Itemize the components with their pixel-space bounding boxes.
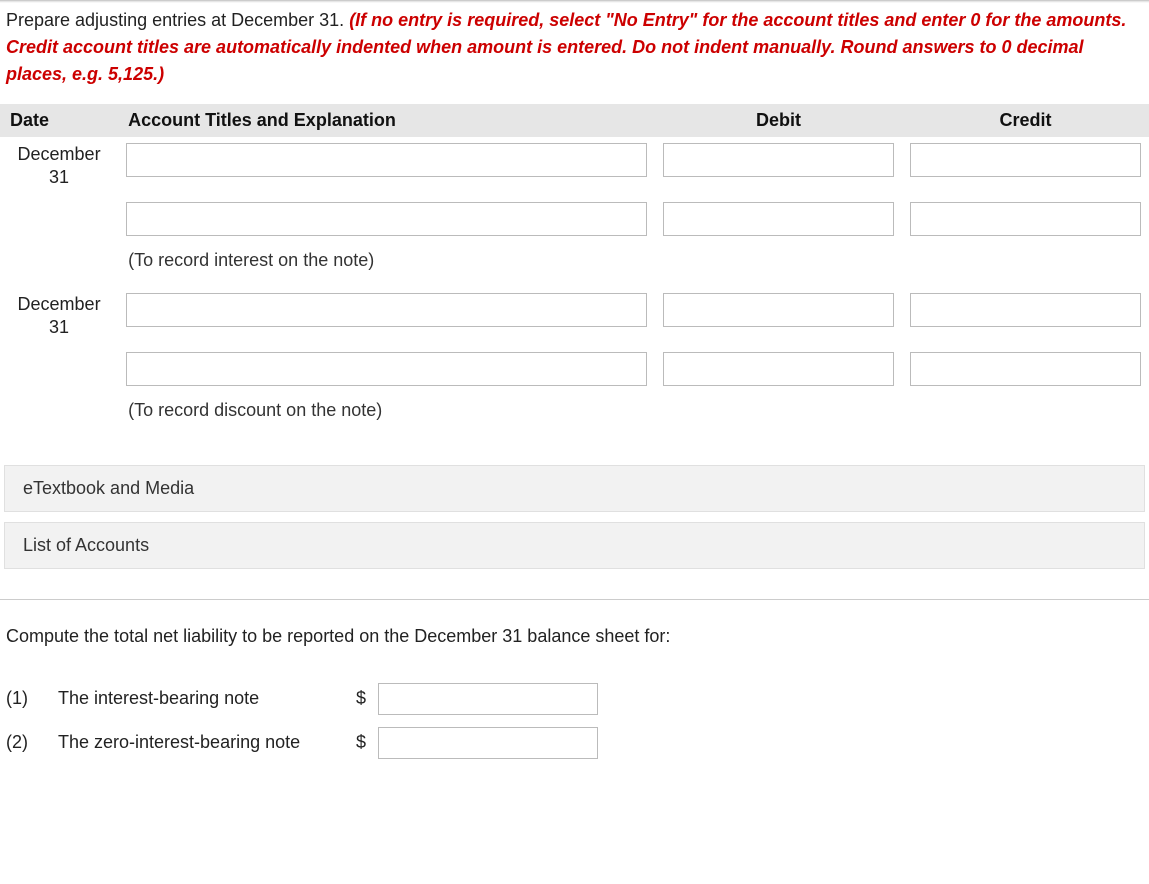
currency-symbol: $	[350, 732, 366, 753]
instructions-lead: Prepare adjusting entries at December 31…	[6, 10, 349, 30]
item-number: (2)	[6, 732, 46, 753]
item-number: (1)	[6, 688, 46, 709]
header-account: Account Titles and Explanation	[118, 104, 655, 137]
entry-row	[0, 346, 1149, 392]
explanation-row: (To record discount on the note)	[0, 392, 1149, 437]
etextbook-media-bar[interactable]: eTextbook and Media	[4, 465, 1145, 512]
entry-row	[0, 196, 1149, 242]
etextbook-media-label: eTextbook and Media	[23, 478, 194, 498]
compute-prompt: Compute the total net liability to be re…	[0, 620, 1149, 653]
date-cell: December 31	[0, 137, 118, 196]
explanation-row: (To record interest on the note)	[0, 242, 1149, 287]
header-credit: Credit	[902, 104, 1149, 137]
account-input[interactable]	[126, 143, 647, 177]
instructions-block: Prepare adjusting entries at December 31…	[0, 3, 1149, 98]
liability-amount-input[interactable]	[378, 727, 598, 759]
item-desc: The interest-bearing note	[58, 688, 338, 709]
date-cell: December 31	[0, 287, 118, 346]
credit-input[interactable]	[910, 352, 1141, 386]
divider	[0, 599, 1149, 600]
debit-input[interactable]	[663, 352, 894, 386]
explanation-text: (To record discount on the note)	[126, 398, 1141, 431]
entry-row: December 31	[0, 287, 1149, 334]
liability-row: (2) The zero-interest-bearing note $	[0, 721, 1149, 765]
account-input[interactable]	[126, 352, 647, 386]
list-of-accounts-bar[interactable]: List of Accounts	[4, 522, 1145, 569]
entry-row: December 31	[0, 137, 1149, 184]
date-day: 31	[49, 317, 69, 337]
journal-table: Date Account Titles and Explanation Debi…	[0, 104, 1149, 437]
account-input[interactable]	[126, 202, 647, 236]
debit-input[interactable]	[663, 202, 894, 236]
header-date: Date	[0, 104, 118, 137]
date-month: December	[18, 294, 101, 314]
date-day: 31	[49, 167, 69, 187]
currency-symbol: $	[350, 688, 366, 709]
debit-input[interactable]	[663, 293, 894, 327]
liability-row: (1) The interest-bearing note $	[0, 677, 1149, 721]
table-header-row: Date Account Titles and Explanation Debi…	[0, 104, 1149, 137]
explanation-text: (To record interest on the note)	[126, 248, 1141, 281]
date-month: December	[18, 144, 101, 164]
credit-input[interactable]	[910, 202, 1141, 236]
list-of-accounts-label: List of Accounts	[23, 535, 149, 555]
credit-input[interactable]	[910, 293, 1141, 327]
account-input[interactable]	[126, 293, 647, 327]
item-desc: The zero-interest-bearing note	[58, 732, 338, 753]
credit-input[interactable]	[910, 143, 1141, 177]
debit-input[interactable]	[663, 143, 894, 177]
header-debit: Debit	[655, 104, 902, 137]
liability-amount-input[interactable]	[378, 683, 598, 715]
